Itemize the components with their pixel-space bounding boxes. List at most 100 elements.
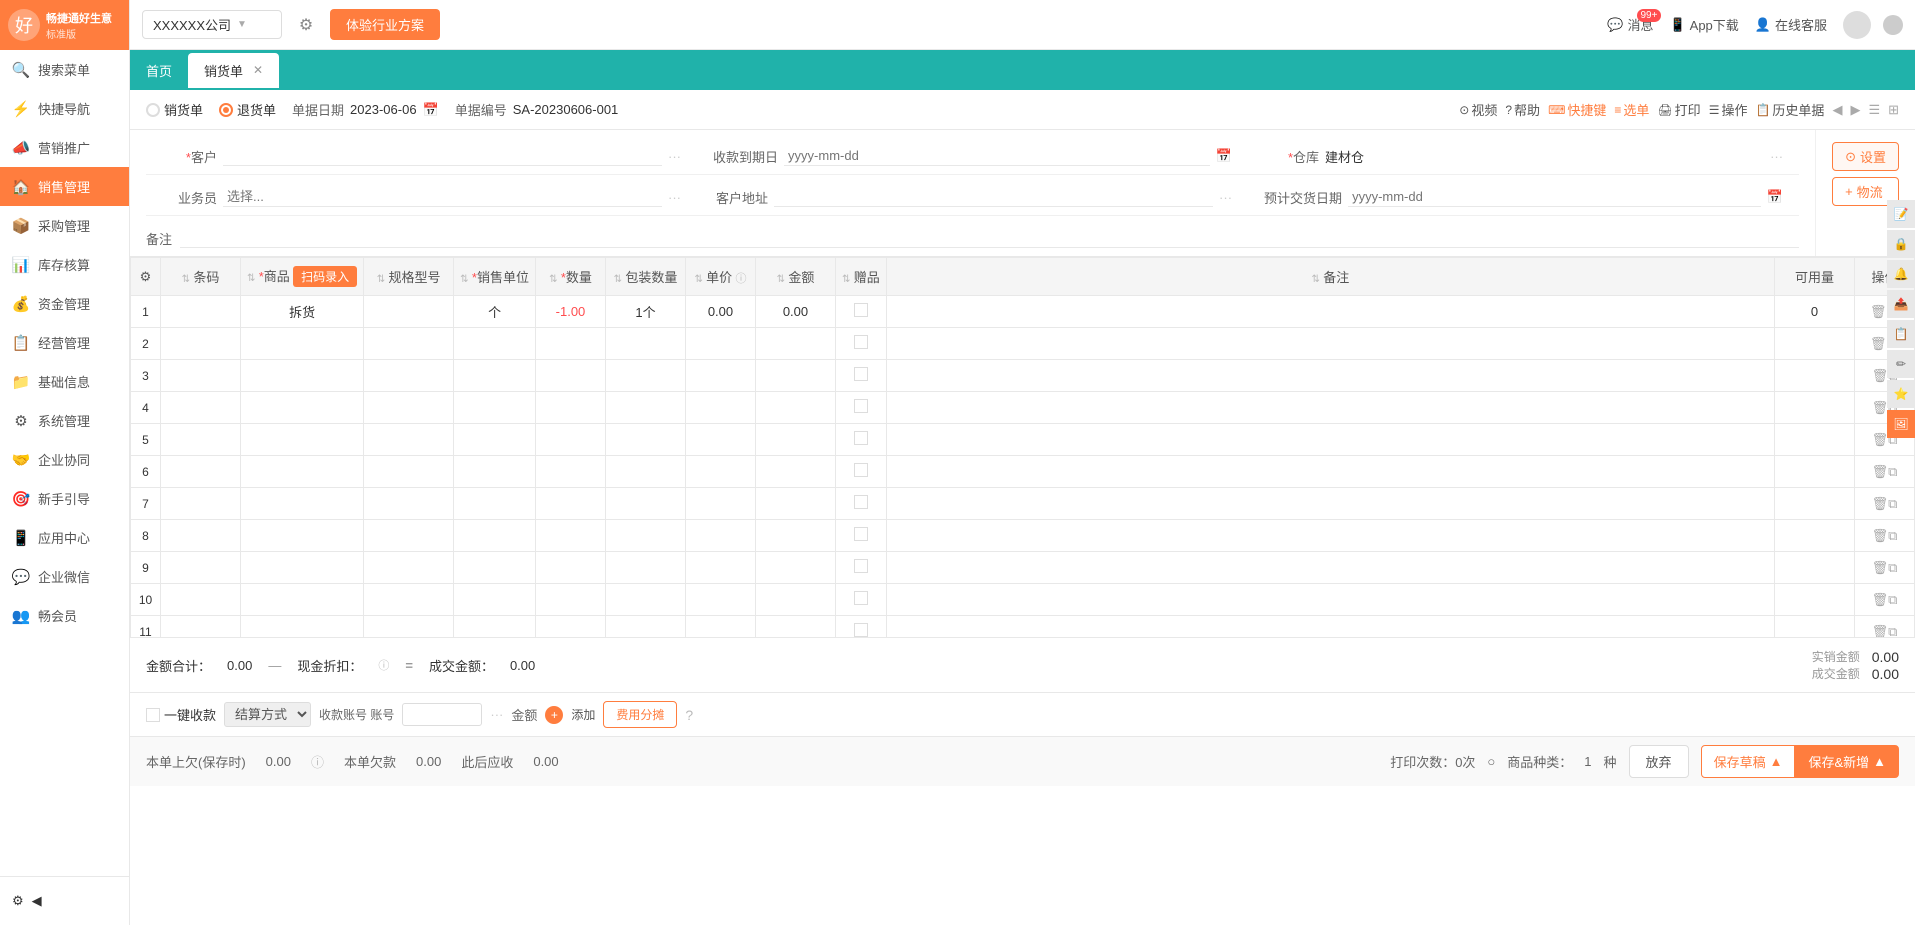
- float-btn-5[interactable]: 📋: [1887, 320, 1915, 348]
- delivery-calendar-icon[interactable]: 📅: [1767, 189, 1783, 205]
- action-select[interactable]: ≡ 选单: [1614, 100, 1649, 119]
- table-container[interactable]: ⚙ ⇅ 条码 ⇅ *商品 扫码录入: [130, 257, 1915, 637]
- save-draft-button[interactable]: 保存草稿 ▲: [1701, 745, 1796, 778]
- delete-icon3[interactable]: 🗑: [1872, 368, 1889, 383]
- save-new-button[interactable]: 保存&新增 ▲: [1795, 745, 1899, 778]
- account-input[interactable]: [402, 703, 482, 726]
- sidebar-item-enterprise[interactable]: 🤝 企业协同: [0, 440, 129, 479]
- salesperson-dots[interactable]: ···: [668, 190, 681, 205]
- row1-unit[interactable]: 个: [454, 296, 536, 328]
- checkbox8[interactable]: [854, 527, 868, 541]
- view-list-icon[interactable]: ☰: [1868, 102, 1880, 118]
- scan-button[interactable]: 扫码录入: [293, 266, 357, 287]
- account-dots[interactable]: ···: [490, 707, 503, 722]
- checkbox5[interactable]: [854, 431, 868, 445]
- sidebar-item-members[interactable]: 👥 畅会员: [0, 596, 129, 635]
- row1-gift-checkbox[interactable]: [854, 303, 868, 317]
- tab-sales-order[interactable]: 销货单 ✕: [188, 53, 279, 88]
- row2-amount[interactable]: [755, 328, 835, 360]
- sidebar-settings[interactable]: ⚙ ◀: [0, 885, 129, 917]
- row2-qty[interactable]: [535, 328, 605, 360]
- th-remark[interactable]: ⇅ 备注: [886, 258, 1774, 296]
- row1-gift[interactable]: [835, 296, 886, 328]
- message-action[interactable]: 💬 消息 99+: [1607, 15, 1653, 34]
- radio-return[interactable]: 退货单: [219, 100, 276, 119]
- action-print[interactable]: 🖨 打印: [1657, 100, 1700, 119]
- sidebar-item-quicknav[interactable]: ⚡ 快捷导航: [0, 89, 129, 128]
- company-selector[interactable]: XXXXXX公司 ▼: [142, 10, 282, 39]
- customer-address-input[interactable]: [774, 187, 1213, 207]
- th-qty[interactable]: ⇅ *数量: [535, 258, 605, 296]
- nav-prev-icon[interactable]: ◀: [1832, 102, 1842, 118]
- help-icon[interactable]: ?: [685, 707, 693, 723]
- row2-barcode[interactable]: [161, 328, 241, 360]
- float-btn-7[interactable]: ⭐: [1887, 380, 1915, 408]
- calendar-icon[interactable]: 📅: [423, 102, 439, 118]
- th-gift[interactable]: ⇅ 赠品: [835, 258, 886, 296]
- customer-dots[interactable]: ···: [668, 149, 681, 164]
- float-btn-2[interactable]: 🔒: [1887, 230, 1915, 258]
- settle-method-select[interactable]: 结算方式: [224, 702, 311, 727]
- address-dots[interactable]: ···: [1219, 190, 1232, 205]
- user-avatar[interactable]: [1843, 11, 1871, 39]
- sidebar-item-operations[interactable]: 📋 经营管理: [0, 323, 129, 362]
- float-btn-1[interactable]: 📝: [1887, 200, 1915, 228]
- sidebar-item-system[interactable]: ⚙ 系统管理: [0, 401, 129, 440]
- sidebar-item-inventory[interactable]: 📊 库存核算: [0, 245, 129, 284]
- action-help[interactable]: ? 帮助: [1505, 100, 1540, 119]
- user-avatar2[interactable]: [1883, 15, 1903, 35]
- notes-input[interactable]: [180, 228, 1799, 248]
- checkbox6[interactable]: [854, 463, 868, 477]
- float-btn-6[interactable]: ✏: [1887, 350, 1915, 378]
- checkbox[interactable]: [854, 367, 868, 381]
- sidebar-item-guide[interactable]: 🎯 新手引导: [0, 479, 129, 518]
- float-btn-3[interactable]: 🔔: [1887, 260, 1915, 288]
- app-download-action[interactable]: 📱 App下载: [1669, 15, 1738, 34]
- delete-icon[interactable]: 🗑: [1870, 304, 1887, 319]
- customer-input[interactable]: [223, 146, 662, 166]
- online-service-action[interactable]: 👤 在线客服: [1755, 15, 1827, 34]
- row1-spec[interactable]: [364, 296, 454, 328]
- sidebar-item-apps[interactable]: 📱 应用中心: [0, 518, 129, 557]
- action-history[interactable]: 📋 历史单据: [1755, 100, 1824, 119]
- sidebar-item-marketing[interactable]: 📣 营销推广: [0, 128, 129, 167]
- action-video[interactable]: ⊙ 视频: [1459, 100, 1497, 119]
- abandon-button[interactable]: 放弃: [1629, 745, 1689, 778]
- float-btn-8[interactable]: 🖼: [1887, 410, 1915, 438]
- row2-product[interactable]: [241, 328, 364, 360]
- row2-price[interactable]: [685, 328, 755, 360]
- th-settings[interactable]: ⚙: [131, 258, 161, 296]
- row1-barcode[interactable]: [161, 296, 241, 328]
- row2-pack[interactable]: [605, 328, 685, 360]
- action-operate[interactable]: ☰ 操作: [1709, 100, 1748, 119]
- one-click-pay-checkbox[interactable]: 一键收款: [146, 705, 216, 724]
- header-settings-icon[interactable]: ⚙: [292, 11, 320, 39]
- row1-qty[interactable]: -1.00: [535, 296, 605, 328]
- sidebar-item-wechat[interactable]: 💬 企业微信: [0, 557, 129, 596]
- nav-next-icon[interactable]: ▶: [1850, 102, 1860, 118]
- radio-sales[interactable]: 销货单: [146, 100, 203, 119]
- tab-home[interactable]: 首页: [130, 53, 188, 88]
- th-pack[interactable]: ⇅ 包装数量: [605, 258, 685, 296]
- payment-due-input[interactable]: [784, 146, 1210, 166]
- payment-due-calendar-icon[interactable]: 📅: [1216, 148, 1232, 164]
- trial-button[interactable]: 体验行业方案: [330, 9, 440, 40]
- delivery-date-input[interactable]: [1348, 187, 1761, 207]
- checkbox10[interactable]: [854, 591, 868, 605]
- th-unit[interactable]: ⇅ *销售单位: [454, 258, 536, 296]
- add-amount-button[interactable]: +: [545, 706, 563, 724]
- row1-remark[interactable]: [886, 296, 1774, 328]
- checkbox7[interactable]: [854, 495, 868, 509]
- th-product[interactable]: ⇅ *商品 扫码录入: [241, 258, 364, 296]
- row2-gift-checkbox[interactable]: [854, 335, 868, 349]
- checkbox11[interactable]: [854, 623, 868, 637]
- product-types-icon[interactable]: ○: [1487, 754, 1495, 769]
- row1-pack[interactable]: 1个: [605, 296, 685, 328]
- row2-gift[interactable]: [835, 328, 886, 360]
- th-spec[interactable]: ⇅ 规格型号: [364, 258, 454, 296]
- sidebar-item-finance[interactable]: 💰 资金管理: [0, 284, 129, 323]
- row2-unit[interactable]: [454, 328, 536, 360]
- row1-price[interactable]: 0.00: [685, 296, 755, 328]
- sidebar-item-basic[interactable]: 📁 基础信息: [0, 362, 129, 401]
- salesperson-input[interactable]: [223, 187, 662, 207]
